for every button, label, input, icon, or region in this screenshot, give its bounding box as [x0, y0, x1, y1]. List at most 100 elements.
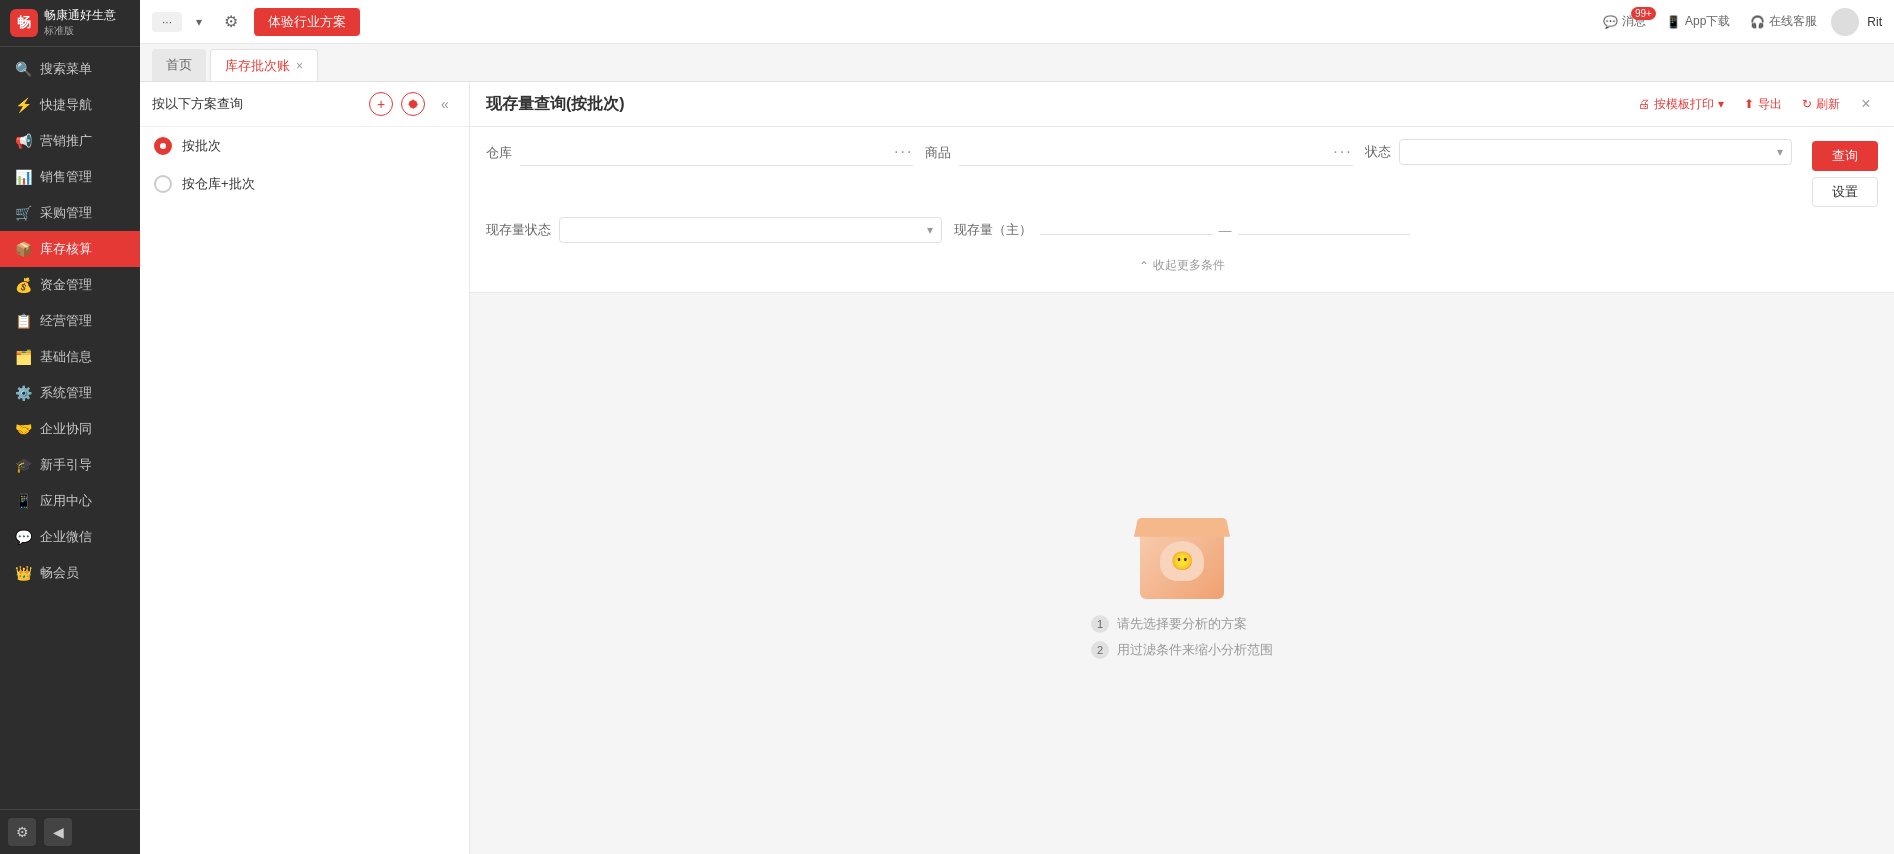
sidebar-item-search-label: 搜索菜单	[40, 60, 92, 78]
warehouse-dots-icon[interactable]: ···	[894, 143, 913, 161]
query-option-warehouse-batch[interactable]: 按仓库+批次	[140, 165, 469, 203]
purchase-icon: 🛒	[14, 204, 32, 222]
breadcrumb[interactable]: ···	[152, 12, 182, 32]
inventory-status-select[interactable]: ▾	[559, 217, 942, 243]
empty-hint-1: 1 请先选择要分析的方案	[1091, 615, 1273, 633]
sidebar-nav: 🔍 搜索菜单 ⚡ 快捷导航 📢 营销推广 📊 销售管理 🛒 采购管理 📦 库存核…	[0, 47, 140, 809]
sidebar-item-sales[interactable]: 📊 销售管理	[0, 159, 140, 195]
sidebar-item-business-label: 经营管理	[40, 312, 92, 330]
print-label: 按模板打印	[1654, 96, 1714, 113]
business-icon: 📋	[14, 312, 32, 330]
page-actions: 🖨 按模板打印 ▾ ⬆ 导出 ↻ 刷新 ×	[1632, 92, 1878, 116]
sidebar-footer: ⚙ ◀	[0, 809, 140, 854]
tab-close-button[interactable]: ×	[296, 60, 303, 72]
sidebar-item-system-label: 系统管理	[40, 384, 92, 402]
sidebar-item-collab-label: 企业协同	[40, 420, 92, 438]
empty-box-lid	[1134, 517, 1230, 536]
query-panel: 按以下方案查询 + « 按批次 按仓库+批次	[140, 82, 470, 854]
query-add-button[interactable]: +	[369, 92, 393, 116]
print-button[interactable]: 🖨 按模板打印 ▾	[1632, 93, 1730, 116]
user-name: Rit	[1867, 15, 1882, 29]
sidebar-item-shortcut-label: 快捷导航	[40, 96, 92, 114]
right-panel: 现存量查询(按批次) 🖨 按模板打印 ▾ ⬆ 导出 ↻ 刷新	[470, 82, 1894, 854]
query-settings-button[interactable]	[401, 92, 425, 116]
user-avatar[interactable]	[1831, 8, 1859, 36]
status-filter-select[interactable]: ▾	[1399, 139, 1792, 165]
inventory-status-label: 现存量状态	[486, 221, 551, 239]
messages-badge: 99+	[1631, 7, 1656, 20]
refresh-label: 刷新	[1816, 96, 1840, 113]
app-download-label: App下载	[1685, 13, 1730, 30]
empty-illustration: 😶	[1122, 489, 1242, 599]
app-logo: 畅	[10, 9, 38, 37]
tab-inventory-batch-label: 库存批次账	[225, 57, 290, 75]
settings-button[interactable]: 设置	[1812, 177, 1878, 207]
sidebar-item-guide[interactable]: 🎓 新手引导	[0, 447, 140, 483]
sidebar-item-purchase[interactable]: 🛒 采购管理	[0, 195, 140, 231]
sidebar-settings-button[interactable]: ⚙	[8, 818, 36, 846]
system-icon: ⚙️	[14, 384, 32, 402]
product-filter-input[interactable]: ···	[959, 139, 1352, 166]
online-support-button[interactable]: 🎧 在线客服	[1744, 9, 1823, 34]
range-separator: —	[1219, 223, 1232, 238]
query-option-batch[interactable]: 按批次	[140, 127, 469, 165]
current-qty-label: 现存量（主）	[954, 221, 1032, 239]
tab-home[interactable]: 首页	[152, 49, 206, 81]
topbar-gear-button[interactable]: ⚙	[216, 7, 246, 37]
query-collapse-button[interactable]: «	[433, 92, 457, 116]
sidebar-item-guide-label: 新手引导	[40, 456, 92, 474]
sidebar-item-apps[interactable]: 📱 应用中心	[0, 483, 140, 519]
sidebar-item-inventory[interactable]: 📦 库存核算	[0, 231, 140, 267]
sidebar-item-member[interactable]: 👑 畅会员	[0, 555, 140, 591]
sidebar-item-business[interactable]: 📋 经营管理	[0, 303, 140, 339]
tab-inventory-batch[interactable]: 库存批次账 ×	[210, 49, 318, 81]
filter-area: 仓库 ··· 商品 ··· 状态	[470, 127, 1894, 293]
query-panel-header: 按以下方案查询 + «	[140, 82, 469, 127]
sidebar-item-apps-label: 应用中心	[40, 492, 92, 510]
warehouse-batch-radio	[154, 175, 172, 193]
inventory-status-dropdown-icon: ▾	[927, 223, 933, 237]
empty-hints: 1 请先选择要分析的方案 2 用过滤条件来缩小分析范围	[1091, 615, 1273, 659]
sidebar-item-inventory-label: 库存核算	[40, 240, 92, 258]
collapse-label: 收起更多条件	[1153, 257, 1225, 274]
current-qty-range: —	[1040, 223, 1410, 238]
sidebar-item-finance[interactable]: 💰 资金管理	[0, 267, 140, 303]
breadcrumb-text: ···	[162, 15, 172, 29]
current-qty-max-input[interactable]	[1238, 226, 1411, 235]
warehouse-filter-input[interactable]: ···	[520, 139, 913, 166]
sidebar-collapse-button[interactable]: ◀	[44, 818, 72, 846]
content-area: 按以下方案查询 + « 按批次 按仓库+批次	[140, 82, 1894, 854]
refresh-button[interactable]: ↻ 刷新	[1796, 93, 1846, 116]
sidebar-item-system[interactable]: ⚙️ 系统管理	[0, 375, 140, 411]
hint-2-number: 2	[1091, 641, 1109, 659]
sidebar-item-collab[interactable]: 🤝 企业协同	[0, 411, 140, 447]
sidebar-item-basic[interactable]: 🗂️ 基础信息	[0, 339, 140, 375]
trial-industry-button[interactable]: 体验行业方案	[254, 8, 360, 36]
export-button[interactable]: ⬆ 导出	[1738, 93, 1788, 116]
product-dots-icon[interactable]: ···	[1333, 143, 1352, 161]
print-dropdown-icon: ▾	[1718, 97, 1724, 111]
hint-1-number: 1	[1091, 615, 1109, 633]
print-icon: 🖨	[1638, 97, 1650, 111]
current-qty-min-input[interactable]	[1040, 226, 1213, 235]
sidebar-item-marketing[interactable]: 📢 营销推广	[0, 123, 140, 159]
page-close-button[interactable]: ×	[1854, 92, 1878, 116]
query-button[interactable]: 查询	[1812, 141, 1878, 171]
online-support-label: 在线客服	[1769, 13, 1817, 30]
member-icon: 👑	[14, 564, 32, 582]
sidebar-item-shortcut[interactable]: ⚡ 快捷导航	[0, 87, 140, 123]
sidebar: 畅 畅康通好生意 标准版 🔍 搜索菜单 ⚡ 快捷导航 📢 营销推广 📊 销售管理…	[0, 0, 140, 854]
sidebar-item-search[interactable]: 🔍 搜索菜单	[0, 51, 140, 87]
empty-box-face: 😶	[1160, 541, 1204, 581]
search-icon: 🔍	[14, 60, 32, 78]
shortcut-icon: ⚡	[14, 96, 32, 114]
app-title: 畅康通好生意	[44, 8, 116, 24]
sidebar-item-wechat[interactable]: 💬 企业微信	[0, 519, 140, 555]
topbar-dropdown-button[interactable]: ▾	[190, 11, 208, 33]
online-support-icon: 🎧	[1750, 15, 1765, 29]
tabbar: 首页 库存批次账 ×	[140, 44, 1894, 82]
app-download-button[interactable]: 📱 App下载	[1660, 9, 1736, 34]
sidebar-item-sales-label: 销售管理	[40, 168, 92, 186]
collapse-bar[interactable]: ⌃ 收起更多条件	[486, 251, 1878, 280]
messages-button[interactable]: 💬 消息 99+	[1597, 9, 1652, 34]
